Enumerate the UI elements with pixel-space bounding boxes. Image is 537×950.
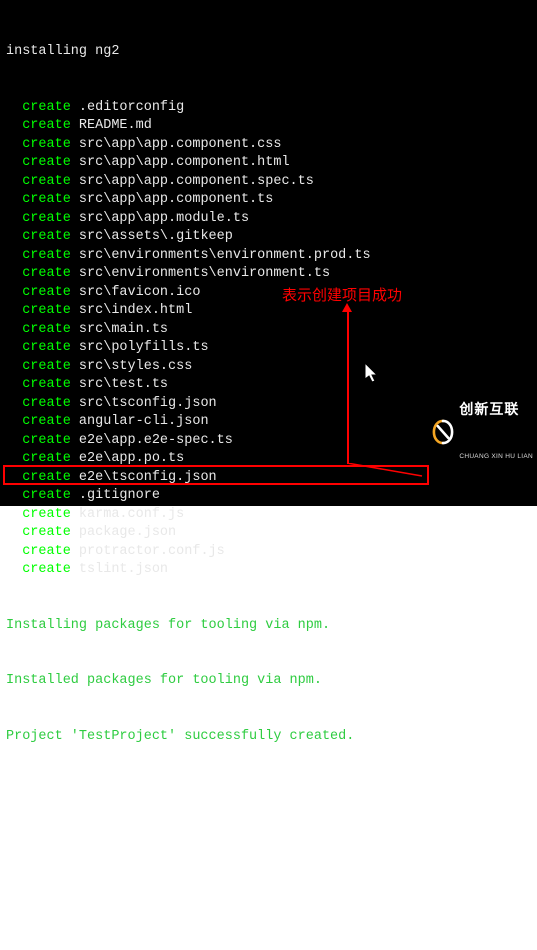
file-path: src\test.ts: [79, 377, 168, 392]
action-label: create: [22, 192, 71, 207]
file-path: .editorconfig: [79, 100, 184, 115]
file-list: create .editorconfig create README.md cr…: [6, 99, 531, 580]
file-path: src\environments\environment.prod.ts: [79, 248, 371, 263]
file-path: src\index.html: [79, 303, 192, 318]
file-line: create src\main.ts: [6, 321, 531, 340]
file-line: create src\assets\.gitkeep: [6, 228, 531, 247]
action-label: create: [22, 266, 71, 281]
action-label: create: [22, 211, 71, 226]
file-path: src\tsconfig.json: [79, 396, 217, 411]
file-line: create src\app\app.component.spec.ts: [6, 173, 531, 192]
action-label: create: [22, 414, 71, 429]
footer-line-3: Project 'TestProject' successfully creat…: [6, 728, 531, 747]
file-path: protractor.conf.js: [79, 544, 225, 559]
action-label: create: [22, 507, 71, 522]
file-path: .gitignore: [79, 488, 160, 503]
action-label: create: [22, 377, 71, 392]
watermark-text: 创新互联 CHUANG XIN HU LIAN: [459, 365, 533, 498]
file-path: src\styles.css: [79, 359, 192, 374]
file-line: create .editorconfig: [6, 99, 531, 118]
action-label: create: [22, 562, 71, 577]
action-label: create: [22, 100, 71, 115]
header-line: installing ng2: [6, 43, 531, 62]
action-label: create: [22, 174, 71, 189]
file-line: create src\app\app.component.css: [6, 136, 531, 155]
action-label: create: [22, 488, 71, 503]
file-path: angular-cli.json: [79, 414, 209, 429]
file-path: e2e\app.po.ts: [79, 451, 184, 466]
annotation-arrow-diag: [347, 463, 427, 477]
file-line: create karma.conf.js: [6, 506, 531, 525]
watermark-py: CHUANG XIN HU LIAN: [459, 453, 533, 461]
file-line: create src\favicon.ico: [6, 284, 531, 303]
file-path: src\app\app.component.css: [79, 137, 282, 152]
file-line: create README.md: [6, 117, 531, 136]
action-label: create: [22, 544, 71, 559]
file-path: src\app\app.component.html: [79, 155, 290, 170]
annotation-arrow-line: [347, 308, 349, 464]
watermark-logo-icon: [430, 419, 456, 445]
file-path: e2e\tsconfig.json: [79, 470, 217, 485]
action-label: create: [22, 248, 71, 263]
action-label: create: [22, 525, 71, 540]
file-path: src\app\app.component.spec.ts: [79, 174, 314, 189]
file-path: karma.conf.js: [79, 507, 184, 522]
file-path: package.json: [79, 525, 176, 540]
action-label: create: [22, 137, 71, 152]
file-path: tslint.json: [79, 562, 168, 577]
file-line: create src\app\app.module.ts: [6, 210, 531, 229]
terminal-output: installing ng2 create .editorconfig crea…: [0, 0, 537, 506]
footer-line-2: Installed packages for tooling via npm.: [6, 672, 531, 691]
file-path: src\assets\.gitkeep: [79, 229, 233, 244]
file-line: create protractor.conf.js: [6, 543, 531, 562]
file-path: src\app\app.module.ts: [79, 211, 249, 226]
file-path: e2e\app.e2e-spec.ts: [79, 433, 233, 448]
action-label: create: [22, 451, 71, 466]
action-label: create: [22, 303, 71, 318]
file-line: create src\environments\environment.ts: [6, 265, 531, 284]
file-path: src\favicon.ico: [79, 285, 201, 300]
file-line: create package.json: [6, 524, 531, 543]
file-line: create src\environments\environment.prod…: [6, 247, 531, 266]
file-path: src\app\app.component.ts: [79, 192, 273, 207]
action-label: create: [22, 229, 71, 244]
file-path: src\environments\environment.ts: [79, 266, 330, 281]
action-label: create: [22, 118, 71, 133]
file-line: create src\app\app.component.ts: [6, 191, 531, 210]
action-label: create: [22, 155, 71, 170]
file-line: create src\polyfills.ts: [6, 339, 531, 358]
file-line: create src\app\app.component.html: [6, 154, 531, 173]
action-label: create: [22, 396, 71, 411]
file-line: create src\index.html: [6, 302, 531, 321]
action-label: create: [22, 322, 71, 337]
file-path: README.md: [79, 118, 152, 133]
file-path: src\main.ts: [79, 322, 168, 337]
watermark: 创新互联 CHUANG XIN HU LIAN: [430, 365, 533, 498]
file-path: src\polyfills.ts: [79, 340, 209, 355]
footer-line-1: Installing packages for tooling via npm.: [6, 617, 531, 636]
watermark-cn: 创新互联: [459, 402, 533, 416]
action-label: create: [22, 433, 71, 448]
action-label: create: [22, 285, 71, 300]
action-label: create: [22, 340, 71, 355]
action-label: create: [22, 359, 71, 374]
file-line: create tslint.json: [6, 561, 531, 580]
action-label: create: [22, 470, 71, 485]
